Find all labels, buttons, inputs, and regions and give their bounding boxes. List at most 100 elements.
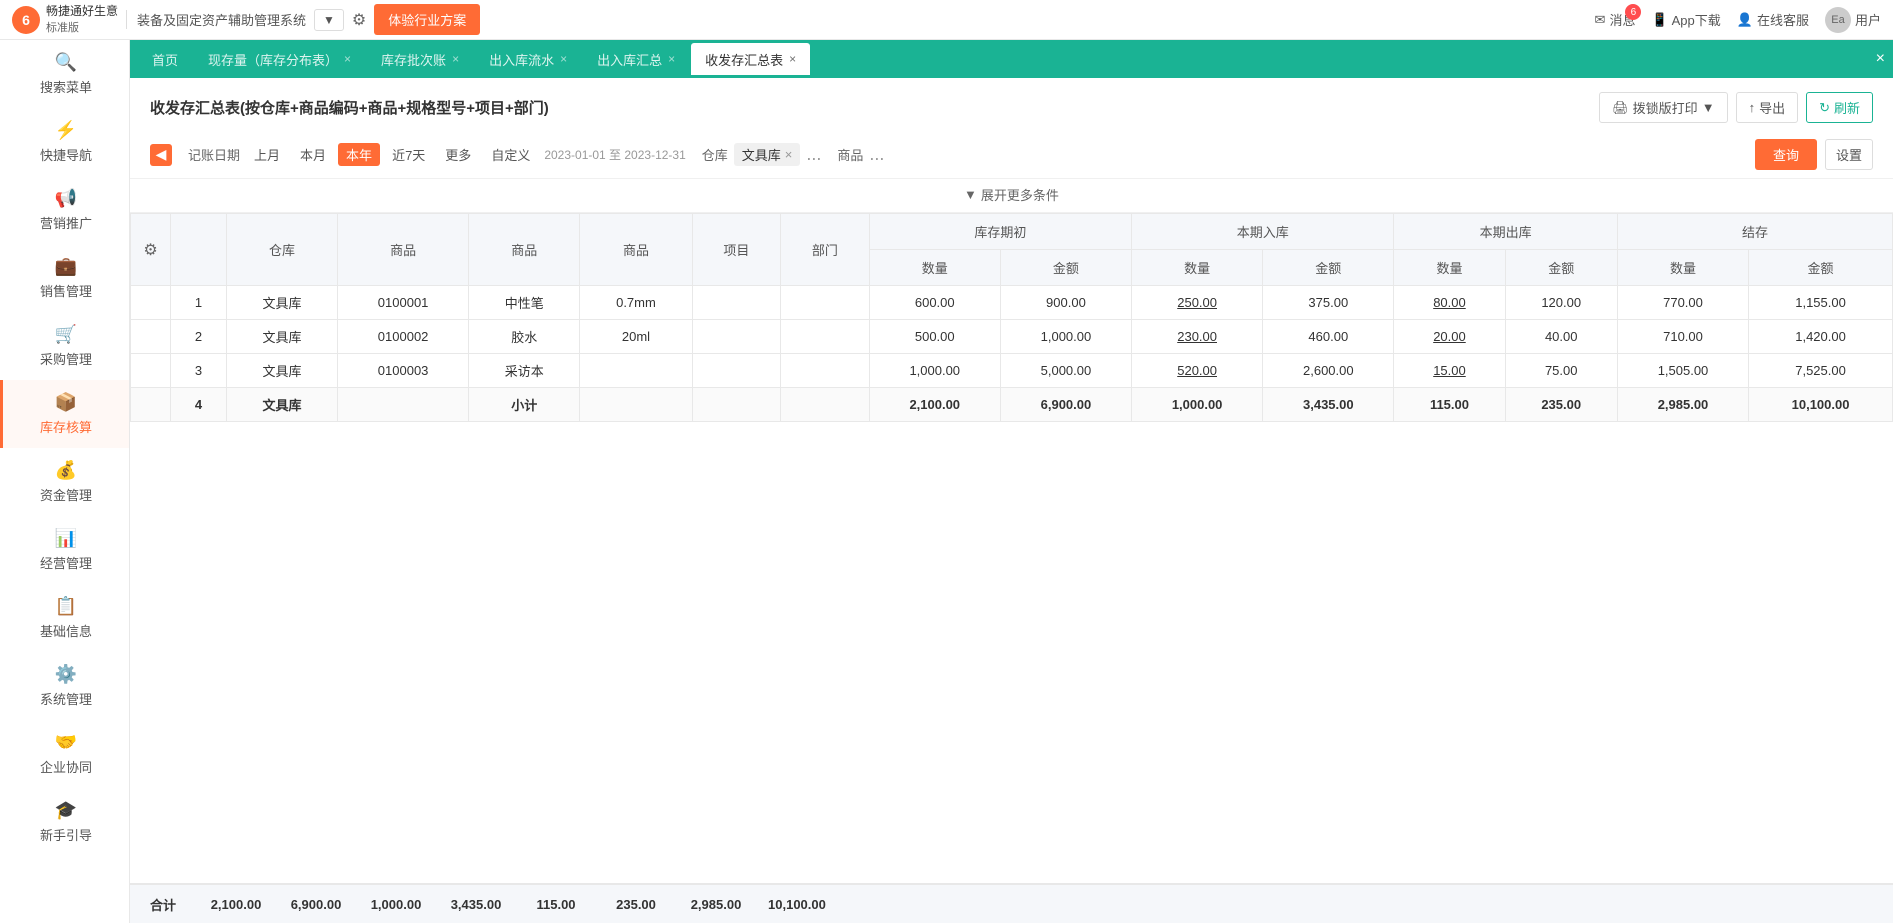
- row-in-qty[interactable]: 1,000.00: [1132, 388, 1263, 422]
- th-in: 本期入库: [1132, 214, 1394, 250]
- th-settings: ⚙: [131, 214, 171, 286]
- tab-batch[interactable]: 库存批次账 ×: [367, 43, 473, 75]
- logo-area: 6 畅捷通好生意 标准版: [12, 4, 118, 36]
- row-goods-spec: [580, 388, 692, 422]
- sidebar-item-basic-info[interactable]: 📋 基础信息: [0, 584, 129, 652]
- warehouse-tag-close[interactable]: ×: [785, 147, 793, 162]
- th-no: [171, 214, 227, 286]
- date-btn-custom[interactable]: 自定义: [483, 143, 538, 166]
- th-out-amt: 金额: [1505, 250, 1617, 286]
- sidebar-item-sales[interactable]: 💼 销售管理: [0, 244, 129, 312]
- tab-close-flow[interactable]: ×: [560, 52, 567, 66]
- sidebar-item-guide[interactable]: 🎓 新手引导: [0, 788, 129, 856]
- date-btn-more[interactable]: 更多: [437, 143, 479, 166]
- date-btn-last-month[interactable]: 上月: [246, 143, 288, 166]
- row-no: 2: [171, 320, 227, 354]
- sidebar-item-quick-nav[interactable]: ⚡ 快捷导航: [0, 108, 129, 176]
- tab-close-recv-send[interactable]: ×: [789, 52, 796, 66]
- system-title: 装备及固定资产辅助管理系统: [126, 10, 306, 29]
- row-in-qty[interactable]: 250.00: [1132, 286, 1263, 320]
- row-goods-name: 小计: [469, 388, 580, 422]
- sidebar-label-purchase: 采购管理: [40, 349, 92, 368]
- th-in-amt: 金额: [1263, 250, 1394, 286]
- sidebar-item-inventory[interactable]: 📦 库存核算: [0, 380, 129, 448]
- user-btn[interactable]: Ea 用户: [1825, 7, 1881, 33]
- tab-close-stock-dist[interactable]: ×: [344, 52, 351, 66]
- purchase-icon: 🛒: [55, 324, 77, 345]
- refresh-btn[interactable]: ↻ 刷新: [1806, 92, 1873, 123]
- phone-icon: 📱: [1651, 12, 1667, 28]
- export-btn[interactable]: ↑ 导出: [1736, 92, 1799, 123]
- date-btn-last7[interactable]: 近7天: [384, 143, 433, 166]
- tab-recv-send[interactable]: 收发存汇总表 ×: [691, 43, 810, 75]
- refresh-icon: ↻: [1819, 100, 1830, 116]
- row-no: 4: [171, 388, 227, 422]
- sidebar-item-search[interactable]: 🔍 搜索菜单: [0, 40, 129, 108]
- data-table: ⚙ 仓库 商品 商品 商品 项目 部门 库存期初 本期入库: [130, 213, 1893, 422]
- date-label: 记账日期: [188, 145, 240, 164]
- marketing-icon: 📢: [55, 188, 77, 209]
- sidebar-item-operation[interactable]: 📊 经营管理: [0, 516, 129, 584]
- experience-btn[interactable]: 体验行业方案: [374, 4, 480, 35]
- sidebar-item-finance[interactable]: 💰 资金管理: [0, 448, 129, 516]
- tab-close-batch[interactable]: ×: [452, 52, 459, 66]
- row-settings: [131, 286, 171, 320]
- th-in-qty: 数量: [1132, 250, 1263, 286]
- th-closing: 结存: [1617, 214, 1892, 250]
- row-goods-code: 0100002: [338, 320, 469, 354]
- sidebar-label-quick-nav: 快捷导航: [40, 145, 92, 164]
- tab-flow[interactable]: 出入库流水 ×: [475, 43, 581, 75]
- expand-conditions-btn[interactable]: ▼ 展开更多条件: [964, 185, 1059, 204]
- tab-stock-dist[interactable]: 现存量（库存分布表） ×: [194, 43, 365, 75]
- filter-collapse-btn[interactable]: ◀: [150, 144, 172, 166]
- date-btn-this-year[interactable]: 本年: [338, 143, 380, 166]
- row-in-qty[interactable]: 230.00: [1132, 320, 1263, 354]
- th-out: 本期出库: [1394, 214, 1618, 250]
- warehouse-tag[interactable]: 文具库 ×: [734, 143, 801, 166]
- message-btn[interactable]: ✉ 消息 6: [1595, 10, 1636, 29]
- row-closing-amt: 1,155.00: [1749, 286, 1893, 320]
- tab-recv-send-label: 收发存汇总表: [705, 50, 783, 69]
- sidebar-item-enterprise[interactable]: 🤝 企业协同: [0, 720, 129, 788]
- row-closing-qty: 2,985.00: [1617, 388, 1748, 422]
- row-out-qty[interactable]: 80.00: [1394, 286, 1505, 320]
- row-out-amt: 235.00: [1505, 388, 1617, 422]
- app-download-btn[interactable]: 📱 App下载: [1651, 10, 1720, 29]
- warehouse-more-btn[interactable]: ...: [806, 144, 821, 165]
- finance-icon: 💰: [55, 460, 77, 481]
- row-in-amt: 3,435.00: [1263, 388, 1394, 422]
- row-out-qty[interactable]: 115.00: [1394, 388, 1505, 422]
- date-range: 2023-01-01 至 2023-12-31: [544, 146, 685, 163]
- row-out-amt: 75.00: [1505, 354, 1617, 388]
- tab-home[interactable]: 首页: [138, 43, 192, 75]
- row-out-qty[interactable]: 15.00: [1394, 354, 1505, 388]
- tab-close-summary[interactable]: ×: [668, 52, 675, 66]
- top-settings-btn[interactable]: ⚙: [352, 10, 366, 30]
- system-dropdown-btn[interactable]: ▼: [314, 9, 344, 31]
- tab-batch-label: 库存批次账: [381, 50, 446, 69]
- row-in-qty[interactable]: 520.00: [1132, 354, 1263, 388]
- tab-bar-close-btn[interactable]: ×: [1876, 50, 1885, 68]
- total-in-amt: 3,435.00: [436, 897, 516, 912]
- column-settings-icon[interactable]: ⚙: [143, 242, 157, 259]
- online-service-btn[interactable]: 👤 在线客服: [1737, 10, 1809, 29]
- print-btn[interactable]: 🖨 拨锁版打印 ▼: [1599, 92, 1727, 123]
- sidebar-item-marketing[interactable]: 📢 营销推广: [0, 176, 129, 244]
- row-goods-code: [338, 388, 469, 422]
- tab-summary[interactable]: 出入库汇总 ×: [583, 43, 689, 75]
- th-dept: 部门: [781, 214, 870, 286]
- date-btn-this-month[interactable]: 本月: [292, 143, 334, 166]
- filter-settings-btn[interactable]: 设置: [1825, 139, 1873, 170]
- total-in-qty: 1,000.00: [356, 897, 436, 912]
- chevron-down-icon-expand: ▼: [964, 187, 977, 202]
- row-opening-qty: 1,000.00: [869, 354, 1000, 388]
- page-header: 收发存汇总表(按仓库+商品编码+商品+规格型号+项目+部门) 🖨 拨锁版打印 ▼…: [130, 78, 1893, 131]
- row-opening-amt: 900.00: [1000, 286, 1131, 320]
- sidebar-item-system[interactable]: ⚙️ 系统管理: [0, 652, 129, 720]
- sidebar-item-purchase[interactable]: 🛒 采购管理: [0, 312, 129, 380]
- goods-more-btn[interactable]: ...: [869, 144, 884, 165]
- query-btn[interactable]: 查询: [1755, 139, 1817, 170]
- row-opening-amt: 5,000.00: [1000, 354, 1131, 388]
- row-out-qty[interactable]: 20.00: [1394, 320, 1505, 354]
- row-warehouse: 文具库: [226, 354, 337, 388]
